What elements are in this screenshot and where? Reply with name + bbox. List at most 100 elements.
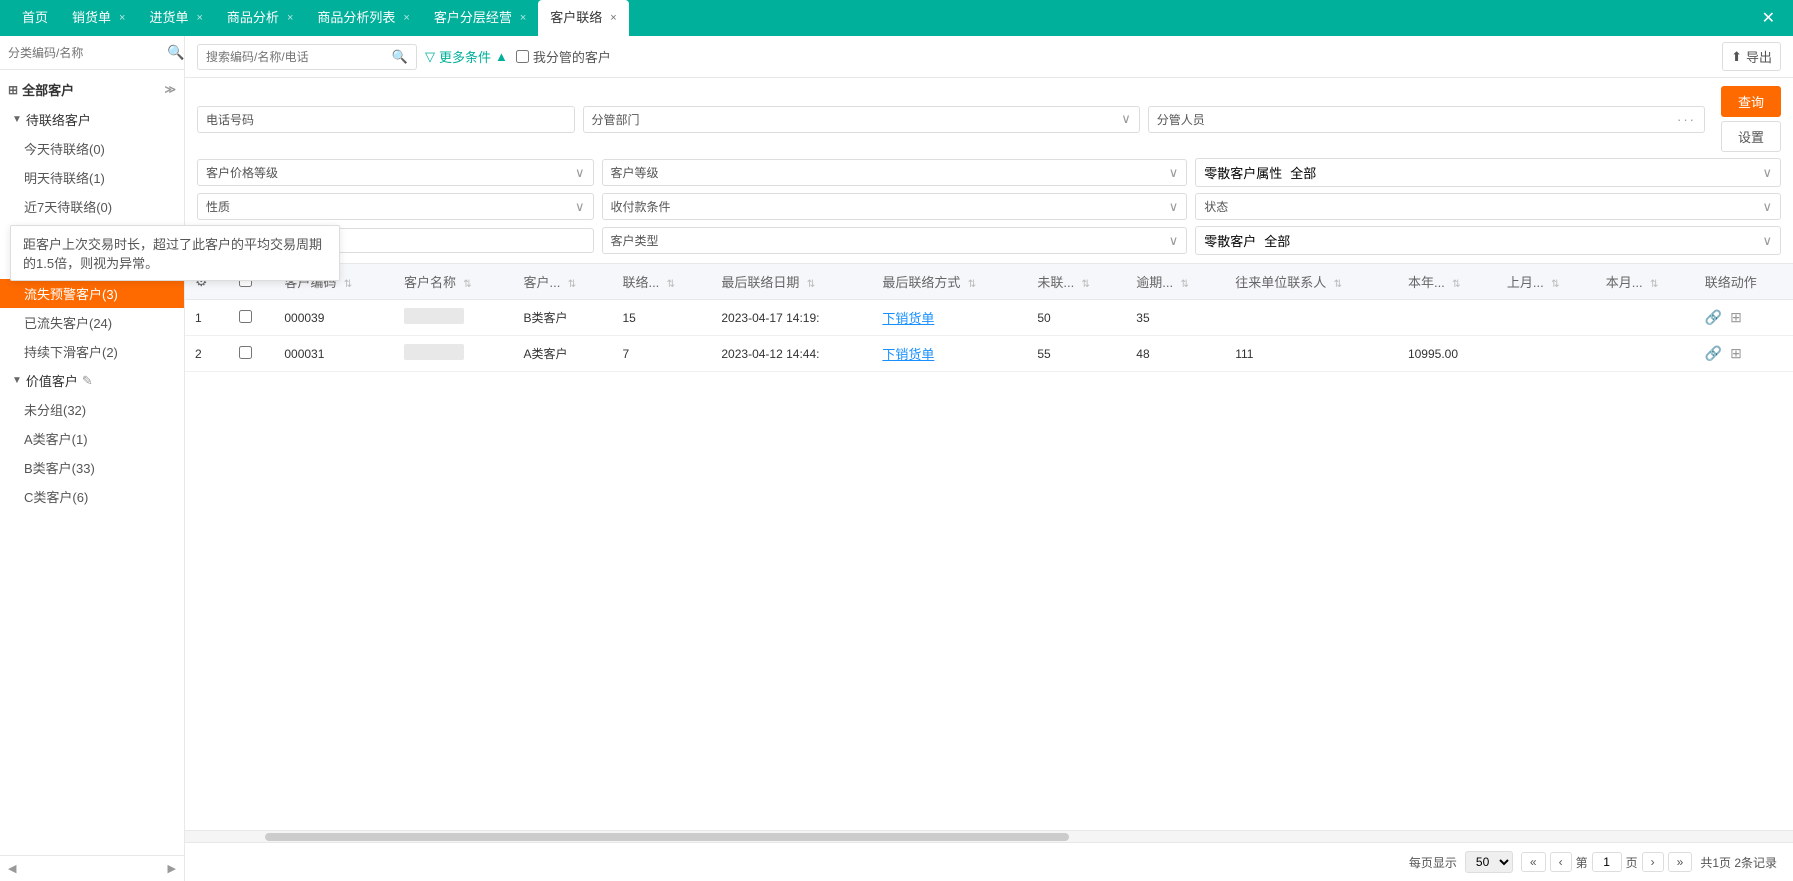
sidebar-item-7days[interactable]: 近7天待联络(0) [0,192,184,221]
nav-home[interactable]: 首页 [10,0,60,36]
table-row: 2 000031 A类客户 7 2023-04-12 14:44: 下销货单 [185,336,1793,372]
th-name: 客户名称 ⇅ [394,264,514,300]
table-row: 1 000039 B类客户 15 2023-04-17 14:19: 下销货单 [185,300,1793,336]
sort-icon[interactable]: ⇅ [1551,279,1559,290]
name-placeholder [404,308,464,324]
sort-icon[interactable]: ⇅ [1082,279,1090,290]
sort-icon[interactable]: ⇅ [807,279,815,290]
sort-icon[interactable]: ⇅ [344,279,352,290]
close-window-button[interactable]: ✕ [1754,8,1783,28]
more-conditions-button[interactable]: ▽ 更多条件 ▲ [425,47,508,66]
sidebar-group-value: ▼ 价值客户 ✎ 未分组(32) A类客户(1) B类客户(33) C类客户(6… [0,366,184,511]
filter-retail-attr[interactable]: 零散客户属性 全部 ∨ [1195,158,1781,187]
close-icon[interactable]: × [403,0,409,36]
row-checkbox[interactable] [239,346,252,359]
filter-customer-level[interactable]: 客户等级 ∨ [602,159,1188,186]
search-icon[interactable]: 🔍 [392,49,408,65]
category-search-input[interactable] [8,46,163,60]
filter-gender[interactable]: 性质 ∨ [197,193,594,220]
grid-action-icon[interactable]: ⊞ [1730,345,1742,362]
row-checkbox[interactable] [239,310,252,323]
filter-customer-type[interactable]: 客户类型 ∨ [602,227,1188,254]
sidebar-item-tomorrow[interactable]: 明天待联络(1) [0,163,184,192]
sort-icon[interactable]: ⇅ [463,279,471,290]
sidebar-item-class-b[interactable]: B类客户(33) [0,453,184,482]
close-icon[interactable]: × [520,0,526,36]
filter-phone[interactable]: 电话号码 [197,106,575,133]
link-action-icon[interactable]: 🔗 [1705,345,1722,362]
sidebar-root[interactable]: ⊞ 全部客户 ≫ [0,74,184,105]
customer-type-label: 客户类型 [611,232,659,249]
prev-page-button[interactable]: ‹ [1550,852,1572,872]
sort-icon[interactable]: ⇅ [568,279,576,290]
retail-customer-label: 零散客户 [1204,231,1256,250]
data-table: ⚙ 客户编码 ⇅ 客户名称 ⇅ [185,264,1793,372]
last-page-button[interactable]: » [1668,852,1693,872]
sidebar-collapse-icon[interactable]: ≫ [164,83,176,96]
search-input[interactable] [206,50,392,64]
scrollbar-thumb[interactable] [265,833,1069,841]
page-input[interactable] [1592,852,1622,872]
edit-icon[interactable]: ✎ [82,373,93,389]
nav-customer-contact[interactable]: 客户联络 × [538,0,628,36]
sort-icon[interactable]: ⇅ [1452,279,1460,290]
contact-method-link[interactable]: 下销货单 [882,311,934,326]
nav-purchase[interactable]: 进货单 × [137,0,214,36]
sidebar-group-value-title[interactable]: ▼ 价值客户 ✎ [0,366,184,395]
settings-button[interactable]: 设置 [1721,121,1781,152]
sidebar-item-churn-warning[interactable]: 流失预警客户(3) [0,279,184,308]
filter-dept[interactable]: 分管部门 ∨ [583,106,1140,133]
filter-price-level[interactable]: 客户价格等级 ∨ [197,159,594,186]
price-level-label: 客户价格等级 [206,164,278,181]
sort-icon[interactable]: ⇅ [968,279,976,290]
page-size-select[interactable]: 50 [1465,851,1513,873]
cell-contacts-2: 111 [1225,336,1398,372]
sidebar-item-class-a[interactable]: A类客户(1) [0,424,184,453]
sort-icon[interactable]: ⇅ [1650,279,1658,290]
grid-action-icon[interactable]: ⊞ [1730,309,1742,326]
more-icon[interactable]: ··· [1677,112,1696,127]
cell-this-month-2 [1596,336,1695,372]
retail-customer-value: 全部 [1264,231,1290,250]
sidebar-item-ungrouped[interactable]: 未分组(32) [0,395,184,424]
sidebar: 🔍 ⊞ 全部客户 ≫ ▼ 待联络客户 今天待联络(0) 明天待联络(1) [0,36,185,881]
sort-icon[interactable]: ⇅ [1334,279,1342,290]
sidebar-item-churned[interactable]: 已流失客户(24) [0,308,184,337]
sidebar-bottom-arrow[interactable]: ◀ [8,862,16,875]
sidebar-bottom-arrow-right[interactable]: ▶ [168,862,176,875]
cell-checkbox-1 [229,300,274,336]
chevron-down-icon: ▼ [12,114,22,125]
sidebar-item-declining[interactable]: 持续下滑客户(2) [0,337,184,366]
sort-icon[interactable]: ⇅ [1180,279,1188,290]
query-button[interactable]: 查询 [1721,86,1781,117]
th-type: 客户... ⇅ [514,264,613,300]
link-action-icon[interactable]: 🔗 [1705,309,1722,326]
filter-manager[interactable]: 分管人员 ··· [1148,106,1705,133]
nav-customer-tier[interactable]: 客户分层经营 × [422,0,538,36]
close-icon[interactable]: × [287,0,293,36]
export-button[interactable]: ⬆ 导出 [1722,42,1781,71]
filter-payment[interactable]: 收付款条件 ∨ [602,193,1188,220]
phone-label: 电话号码 [206,111,254,128]
close-icon[interactable]: × [119,0,125,36]
contact-method-link[interactable]: 下销货单 [882,347,934,362]
search-icon[interactable]: 🔍 [167,44,184,61]
cell-actions-2: 🔗 ⊞ [1695,336,1793,372]
filter-retail-customer[interactable]: 零散客户 全部 ∨ [1195,226,1781,255]
filter-status[interactable]: 状态 ∨ [1195,193,1781,220]
nav-product-list[interactable]: 商品分析列表 × [305,0,421,36]
my-customers-checkbox[interactable] [516,50,529,63]
sidebar-group-pending-title[interactable]: ▼ 待联络客户 [0,105,184,134]
sidebar-item-class-c[interactable]: C类客户(6) [0,482,184,511]
sidebar-item-today[interactable]: 今天待联络(0) [0,134,184,163]
horizontal-scrollbar[interactable] [185,830,1793,842]
sort-icon[interactable]: ⇅ [667,279,675,290]
close-icon[interactable]: × [610,0,616,36]
first-page-button[interactable]: « [1521,852,1546,872]
dept-label: 分管部门 [592,111,640,128]
nav-product-analysis[interactable]: 商品分析 × [215,0,305,36]
next-page-button[interactable]: › [1642,852,1664,872]
nav-sales[interactable]: 销货单 × [60,0,137,36]
close-icon[interactable]: × [196,0,202,36]
total-records: 共1页 2条记录 [1700,854,1777,871]
